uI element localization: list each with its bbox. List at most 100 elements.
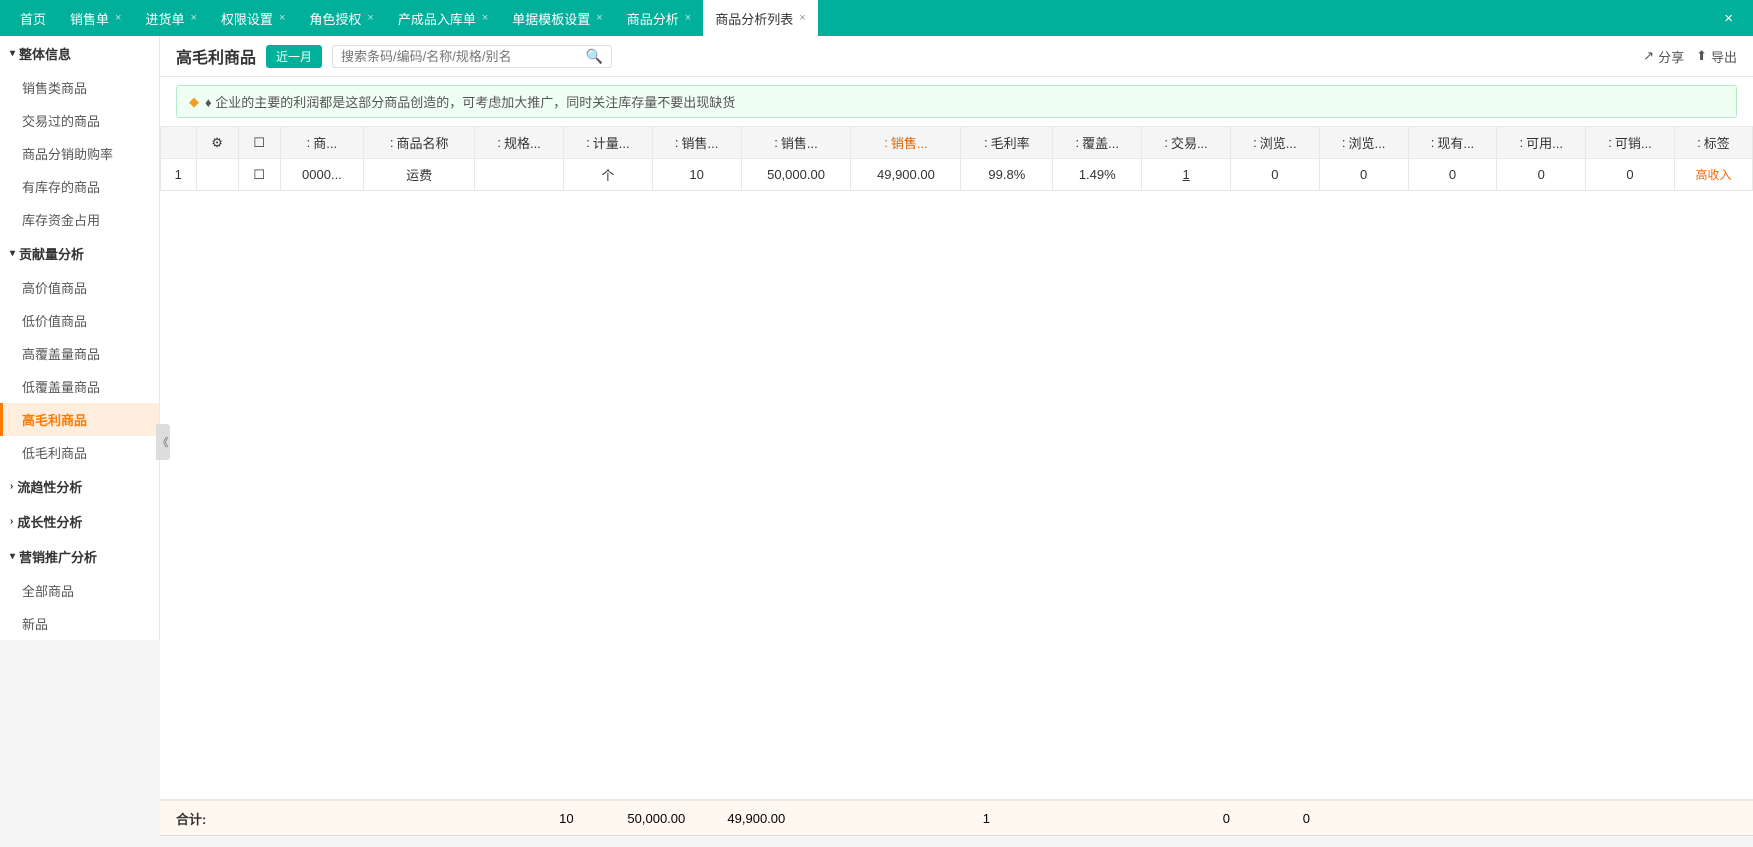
arrow-marketing: ▾	[10, 551, 15, 562]
export-icon: ⬆	[1696, 48, 1707, 64]
footer-label: 合计:	[176, 809, 206, 828]
nav-analysis-close[interactable]: ×	[685, 12, 691, 24]
col-sale-qty[interactable]: : 销售...	[652, 127, 741, 159]
nav-template-close[interactable]: ×	[596, 12, 602, 24]
sidebar-collapse-btn[interactable]: 《	[156, 424, 170, 460]
export-button[interactable]: ⬆ 导出	[1696, 47, 1737, 66]
nav-analysis-list[interactable]: 商品分析列表 ×	[703, 0, 817, 36]
sidebar-item-distribution-rate[interactable]: 商品分销助购率	[0, 137, 159, 170]
nav-role[interactable]: 角色授权 ×	[297, 0, 385, 36]
table-wrapper[interactable]: ⚙ ☐ : 商... : 商品名称 : 规格... : 计量... : 销售..…	[160, 126, 1753, 799]
sidebar-group-overall-label: 整体信息	[19, 44, 71, 63]
footer-sale-cost: 49,900.00	[706, 811, 806, 826]
arrow-growth: ›	[10, 516, 13, 527]
col-available-stock[interactable]: : 可用...	[1497, 127, 1586, 159]
cell-sale-qty: 10	[652, 159, 741, 191]
table-header-row: ⚙ ☐ : 商... : 商品名称 : 规格... : 计量... : 销售..…	[161, 127, 1753, 159]
nav-role-close[interactable]: ×	[367, 12, 373, 24]
sidebar-item-sales-goods[interactable]: 销售类商品	[0, 71, 159, 104]
nav-analysis[interactable]: 商品分析 ×	[615, 0, 703, 36]
cell-current-stock: 0	[1408, 159, 1497, 191]
sidebar-item-stocked-goods[interactable]: 有库存的商品	[0, 170, 159, 203]
share-button[interactable]: ↗ 分享	[1643, 47, 1684, 66]
cell-index: 1	[161, 159, 197, 191]
arrow-contribution: ▾	[10, 248, 15, 259]
sidebar-item-low-value[interactable]: 低价值商品	[0, 304, 159, 337]
col-code[interactable]: : 商...	[280, 127, 363, 159]
col-spec[interactable]: : 规格...	[475, 127, 564, 159]
footer-cells: 10 50,000.00 49,900.00 1 0 0	[226, 811, 1737, 826]
cell-trade-count: 1	[1142, 159, 1231, 191]
search-box: 🔍	[332, 45, 612, 68]
nav-permission-label: 权限设置	[221, 9, 273, 28]
nav-template[interactable]: 单据模板设置 ×	[500, 0, 614, 36]
col-settings[interactable]: ⚙	[196, 127, 238, 159]
content-header: 高毛利商品 近一月 🔍 ↗ 分享 ⬆ 导出	[160, 36, 1753, 77]
nav-analysis-list-label: 商品分析列表	[715, 9, 793, 28]
nav-permission[interactable]: 权限设置 ×	[209, 0, 297, 36]
search-icon[interactable]: 🔍	[586, 48, 603, 65]
nav-analysis-list-close[interactable]: ×	[799, 12, 805, 24]
sidebar-item-high-value[interactable]: 高价值商品	[0, 271, 159, 304]
nav-product-warehouse[interactable]: 产成品入库单 ×	[386, 0, 500, 36]
nav-home-label: 首页	[20, 9, 46, 28]
filter-button[interactable]: 近一月	[266, 45, 322, 68]
col-view2[interactable]: : 浏览...	[1319, 127, 1408, 159]
footer-trade-count: 1	[946, 811, 1026, 826]
col-view1[interactable]: : 浏览...	[1230, 127, 1319, 159]
sidebar-group-growth[interactable]: › 成长性分析	[0, 504, 159, 539]
cell-coverage: 1.49%	[1053, 159, 1142, 191]
cell-gross-rate: 99.8%	[961, 159, 1053, 191]
col-coverage[interactable]: : 覆盖...	[1053, 127, 1142, 159]
col-unit[interactable]: : 计量...	[563, 127, 652, 159]
sidebar-group-overall[interactable]: ▾ 整体信息	[0, 36, 159, 71]
nav-permission-close[interactable]: ×	[279, 12, 285, 24]
trade-count-link[interactable]: 1	[1182, 167, 1189, 182]
sidebar-item-high-margin[interactable]: 高毛利商品	[0, 403, 159, 436]
nav-purchase[interactable]: 进货单 ×	[133, 0, 208, 36]
col-current-stock[interactable]: : 现有...	[1408, 127, 1497, 159]
nav-purchase-close[interactable]: ×	[190, 12, 196, 24]
col-trade-count[interactable]: : 交易...	[1142, 127, 1231, 159]
search-input[interactable]	[341, 49, 586, 64]
header-actions: ↗ 分享 ⬆ 导出	[1643, 47, 1737, 66]
nav-product-warehouse-label: 产成品入库单	[398, 9, 476, 28]
sidebar-group-marketing[interactable]: ▾ 营销推广分析	[0, 539, 159, 574]
data-table: ⚙ ☐ : 商... : 商品名称 : 规格... : 计量... : 销售..…	[160, 126, 1753, 191]
nav-sales-close[interactable]: ×	[115, 12, 121, 24]
cell-saleable-days: 0	[1586, 159, 1675, 191]
sidebar-item-high-coverage[interactable]: 高覆盖量商品	[0, 337, 159, 370]
nav-purchase-label: 进货单	[145, 9, 184, 28]
col-sale-cost[interactable]: : 销售...	[851, 127, 961, 159]
cell-available-stock: 0	[1497, 159, 1586, 191]
sidebar-group-flow[interactable]: › 流趋性分析	[0, 469, 159, 504]
cell-sale-amount: 50,000.00	[741, 159, 851, 191]
nav-home[interactable]: 首页	[8, 0, 58, 36]
sidebar-group-flow-label: 流趋性分析	[17, 477, 82, 496]
col-saleable-days[interactable]: : 可销...	[1586, 127, 1675, 159]
table-row: 1 ☐ 0000... 运费 个 10 50,000.00 49,900.00 …	[161, 159, 1753, 191]
sidebar-item-stock-capital[interactable]: 库存资金占用	[0, 203, 159, 236]
cell-name: 运费	[364, 159, 475, 191]
content-area: 高毛利商品 近一月 🔍 ↗ 分享 ⬆ 导出 ◆ ♦ 企业的主要的利润都是这部分商…	[160, 36, 1753, 847]
col-name[interactable]: : 商品名称	[364, 127, 475, 159]
nav-sales-label: 销售单	[70, 9, 109, 28]
sidebar-item-all-goods[interactable]: 全部商品	[0, 574, 159, 607]
horizontal-scrollbar[interactable]	[160, 835, 1753, 847]
nav-product-warehouse-close[interactable]: ×	[482, 12, 488, 24]
sidebar-item-low-coverage[interactable]: 低覆盖量商品	[0, 370, 159, 403]
sidebar-item-low-margin[interactable]: 低毛利商品	[0, 436, 159, 469]
cell-sale-cost: 49,900.00	[851, 159, 961, 191]
sidebar-item-new-goods[interactable]: 新品	[0, 607, 159, 640]
sidebar-group-contribution[interactable]: ▾ 贡献量分析	[0, 236, 159, 271]
col-tag[interactable]: : 标签	[1674, 127, 1752, 159]
page-title: 高毛利商品	[176, 44, 256, 68]
window-close[interactable]: ×	[1712, 10, 1745, 27]
col-checkbox[interactable]: ☐	[238, 127, 280, 159]
col-sale-amount[interactable]: : 销售...	[741, 127, 851, 159]
col-gross-rate[interactable]: : 毛利率	[961, 127, 1053, 159]
cell-view2: 0	[1319, 159, 1408, 191]
cell-checkbox[interactable]: ☐	[238, 159, 280, 191]
sidebar-item-traded-goods[interactable]: 交易过的商品	[0, 104, 159, 137]
nav-sales[interactable]: 销售单 ×	[58, 0, 133, 36]
